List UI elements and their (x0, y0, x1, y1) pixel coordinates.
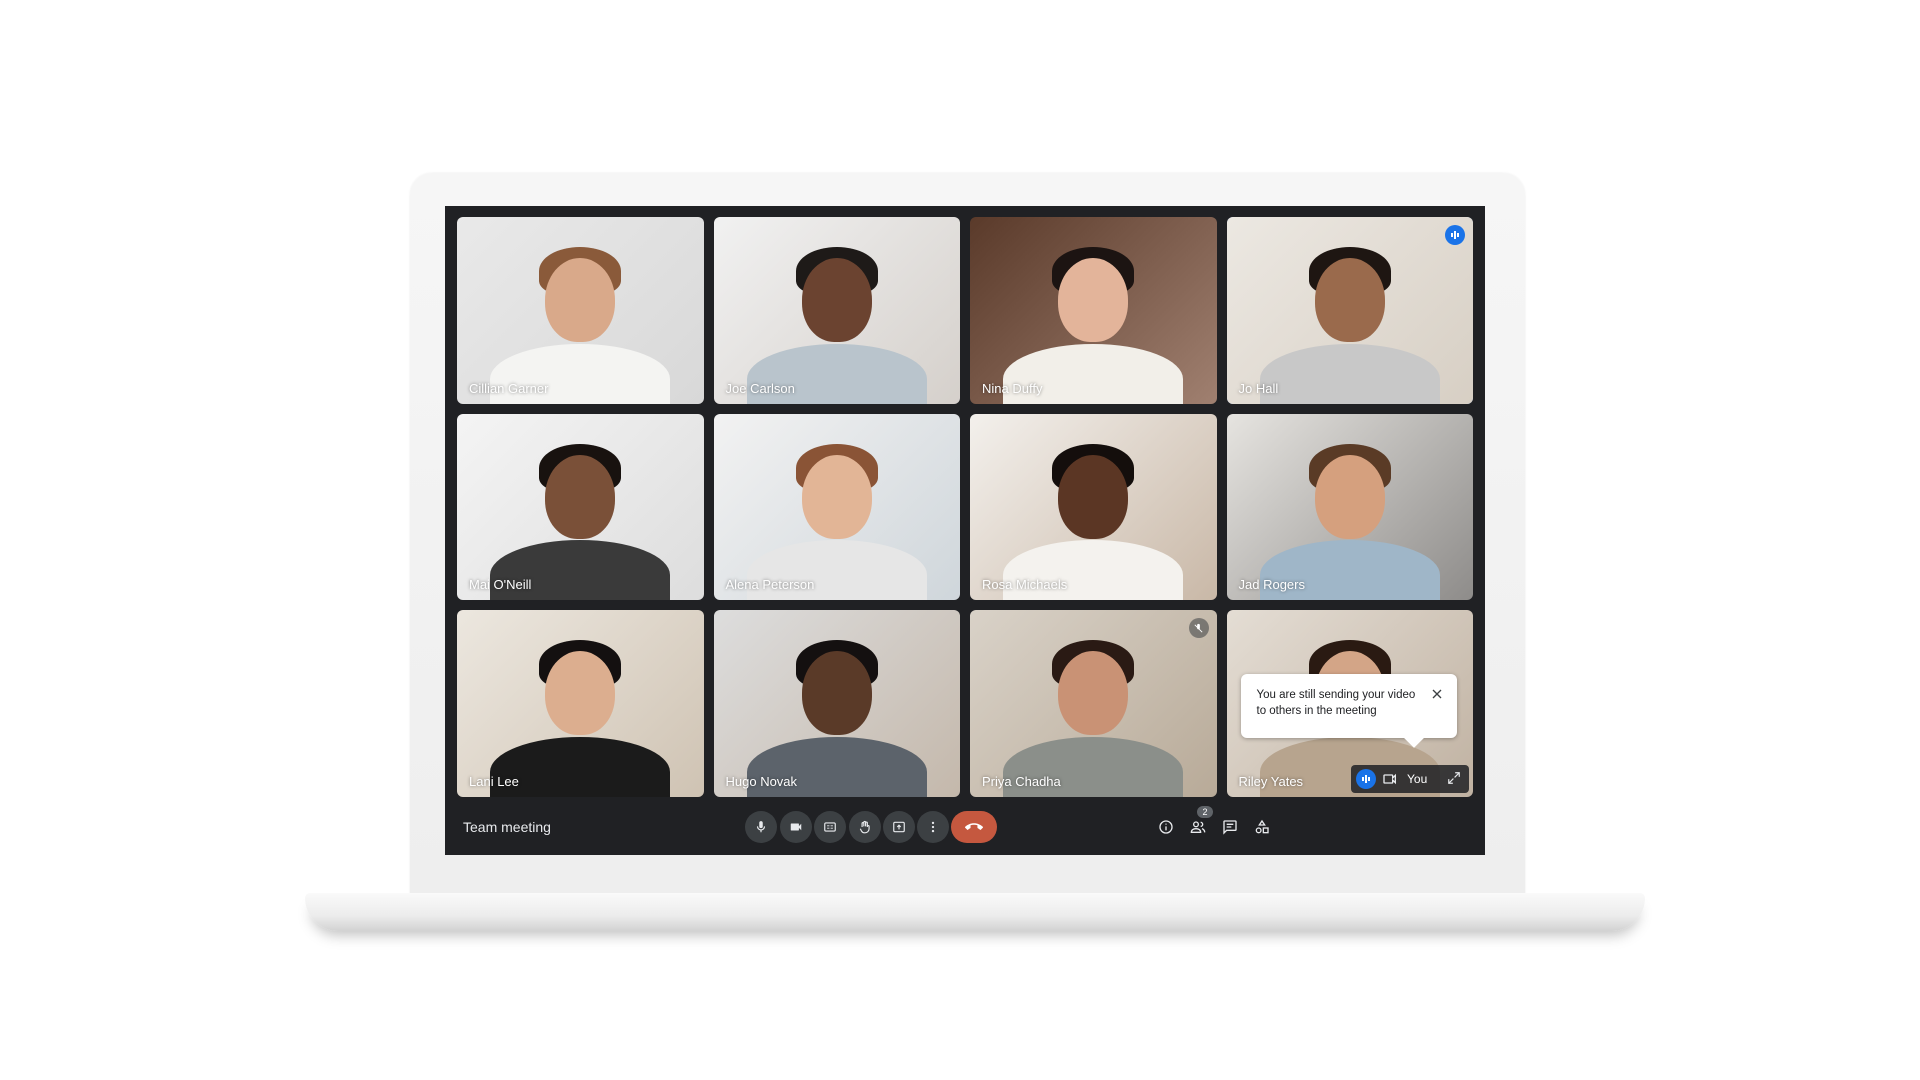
participant-name: Jo Hall (1238, 380, 1279, 396)
close-notice-button[interactable] (1429, 686, 1445, 702)
camera-icon (1383, 773, 1396, 785)
people-icon (1190, 821, 1206, 833)
mic-off-icon (1194, 623, 1203, 633)
participant-face (801, 454, 872, 539)
participant-name: Hugo Novak (725, 774, 798, 789)
participant-tile[interactable]: Joe Carlson (713, 217, 960, 404)
participant-name: Lani Lee (469, 774, 519, 789)
captions-icon (824, 822, 836, 832)
participant-name: Cillian Garner (469, 380, 549, 396)
participant-face (1058, 454, 1129, 539)
speaking-indicator (1445, 225, 1465, 245)
participant-name: Priya Chadha (982, 774, 1061, 789)
participant-name: Alena Peterson (725, 577, 815, 593)
meeting-title: Team meeting (463, 819, 551, 835)
meeting-details-button[interactable] (1155, 816, 1177, 838)
phone-hangup-icon (965, 823, 983, 830)
expand-icon (1448, 772, 1460, 784)
close-icon (1432, 689, 1441, 699)
camera-button[interactable] (780, 811, 812, 843)
participant-tile[interactable]: Lani Lee (457, 610, 704, 797)
mic-icon (756, 821, 766, 833)
participant-tile[interactable]: Priya Chadha (970, 610, 1217, 797)
bottom-toolbar: Team meeting 2 (445, 800, 1485, 855)
participant-tile[interactable]: Alena Peterson (713, 413, 960, 601)
more-vert-icon (931, 821, 935, 833)
participant-face (1058, 258, 1129, 343)
camera-icon (790, 823, 802, 831)
self-label: You (1407, 772, 1428, 786)
raise-hand-button[interactable] (849, 811, 881, 843)
participant-face (545, 454, 616, 539)
participant-tile[interactable]: Mai O'Neill (457, 413, 704, 601)
participant-face (545, 258, 616, 343)
audio-level-icon (1362, 775, 1370, 783)
laptop-base (305, 893, 1645, 931)
chat-button[interactable] (1219, 816, 1241, 838)
notice-message: You are still sending your video to othe… (1256, 689, 1416, 718)
info-icon (1159, 820, 1173, 834)
participant-name: Riley Yates (1238, 774, 1304, 789)
participant-face (545, 651, 616, 736)
people-button[interactable]: 2 (1187, 806, 1213, 838)
more-options-button[interactable] (917, 811, 949, 843)
participant-tile[interactable]: Nina Duffy (970, 217, 1217, 404)
participant-name: Jad Rogers (1238, 577, 1305, 593)
participant-face (1314, 258, 1385, 343)
self-camera-button[interactable] (1382, 771, 1398, 792)
self-view-tile[interactable]: Riley Yates You are still sending your v… (1226, 610, 1473, 797)
participant-face (1058, 651, 1129, 736)
participant-name: Rosa Michaels (982, 577, 1068, 593)
present-button[interactable] (883, 811, 915, 843)
participant-grid: Cillian Garner Joe Carlson Nina Duffy Jo… (457, 217, 1473, 797)
participant-tile[interactable]: Cillian Garner (457, 217, 704, 404)
participant-name: Nina Duffy (982, 380, 1043, 396)
meet-window: Cillian Garner Joe Carlson Nina Duffy Jo… (445, 206, 1485, 855)
participant-face (1314, 454, 1385, 539)
participant-tile[interactable]: Jo Hall (1226, 217, 1473, 404)
activities-button[interactable] (1251, 816, 1273, 838)
chat-icon (1223, 820, 1237, 835)
participant-tile[interactable]: Rosa Michaels (970, 413, 1217, 601)
participant-tile[interactable]: Jad Rogers (1226, 413, 1473, 601)
end-call-button[interactable] (951, 811, 997, 843)
participant-name: Joe Carlson (725, 380, 795, 396)
video-sending-notice: You are still sending your video to othe… (1240, 674, 1457, 739)
audio-level-icon (1451, 231, 1459, 239)
participant-count-badge: 2 (1197, 806, 1213, 818)
participant-face (801, 651, 872, 736)
muted-indicator (1188, 618, 1209, 639)
microphone-button[interactable] (745, 811, 777, 843)
self-view-controls: You (1351, 765, 1469, 793)
expand-self-view-button[interactable] (1447, 771, 1461, 790)
present-icon (893, 821, 905, 833)
self-audio-indicator (1356, 769, 1376, 789)
shapes-icon (1255, 819, 1269, 834)
participant-tile[interactable]: Hugo Novak (713, 610, 960, 797)
hand-icon (859, 820, 870, 834)
participant-name: Mai O'Neill (469, 577, 532, 593)
participant-face (801, 258, 872, 343)
captions-button[interactable] (814, 811, 846, 843)
